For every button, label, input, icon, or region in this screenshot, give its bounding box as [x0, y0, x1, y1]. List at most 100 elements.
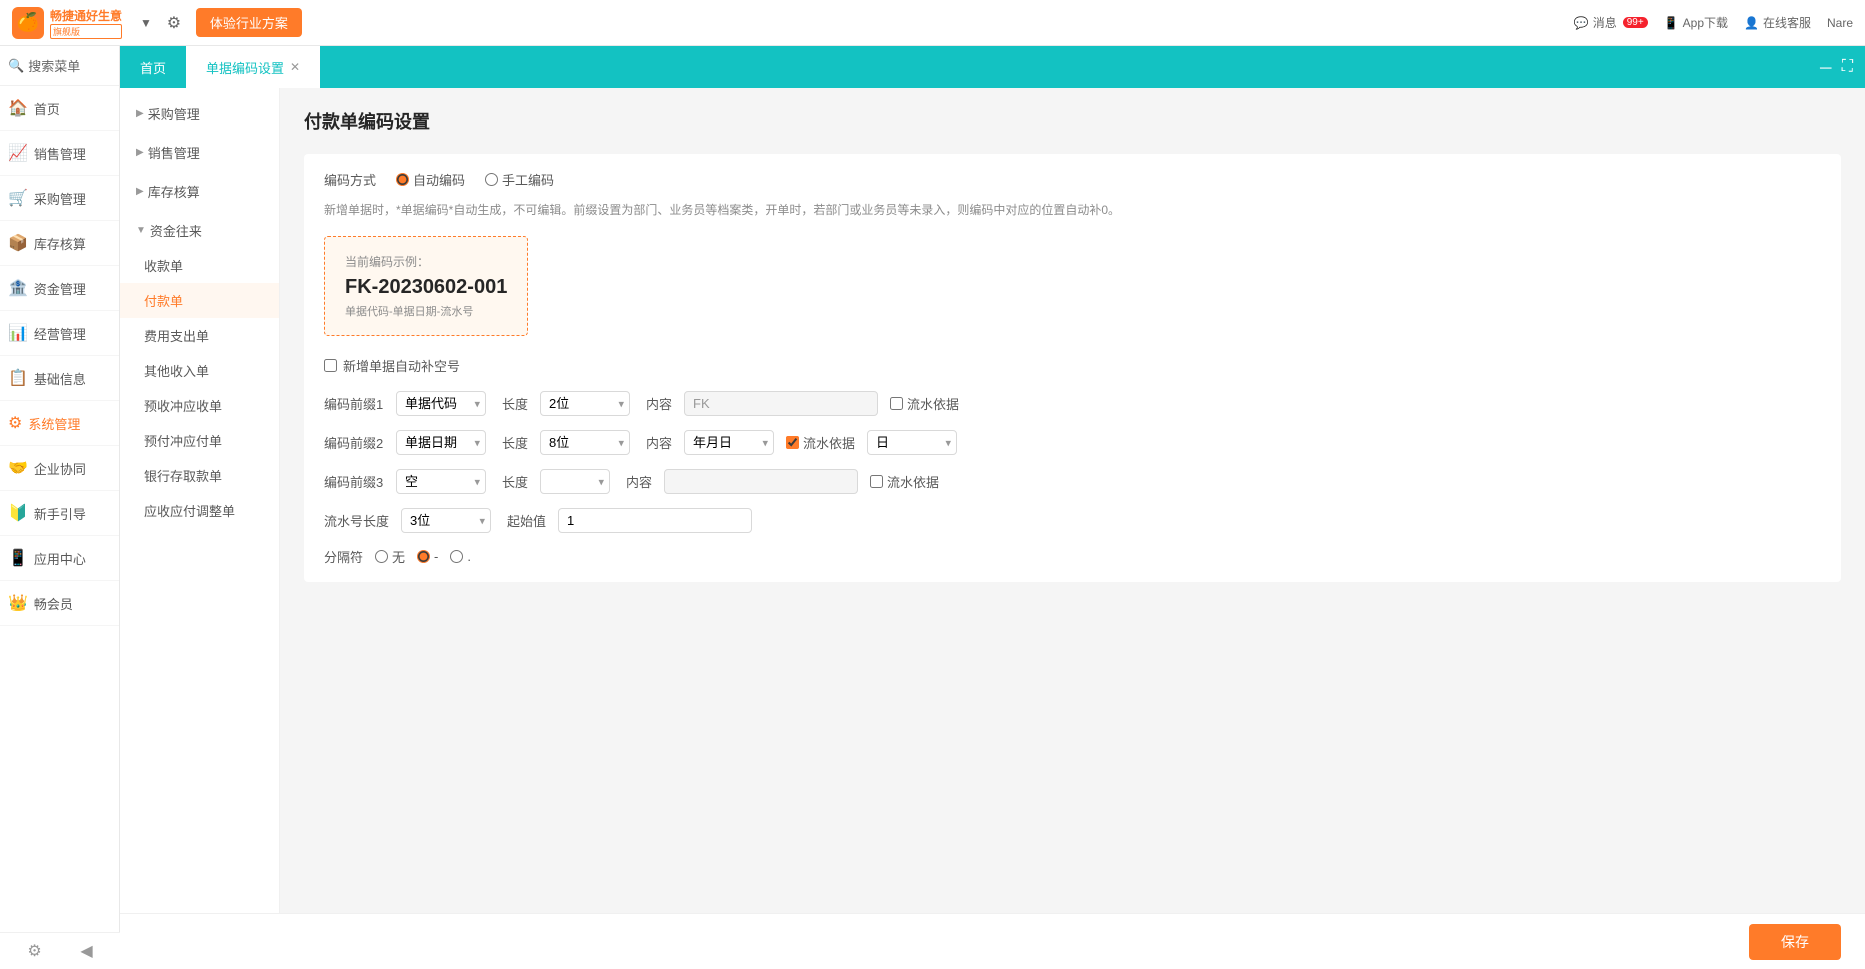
sidebar-item-inventory[interactable]: 📦 库存核算	[0, 221, 119, 266]
settings-icon[interactable]: ⚙	[160, 9, 188, 37]
sub-menu-item-payment[interactable]: 付款单	[120, 283, 279, 318]
prefix3-stream-check: 流水依据	[870, 472, 939, 491]
prefix3-label: 编码前缀3	[324, 472, 384, 491]
sidebar-item-base[interactable]: 📋 基础信息	[0, 356, 119, 401]
sub-menu: ▶ 采购管理 ▶ 销售管理 ▶ 库存核算	[120, 88, 280, 913]
sep-dash-option[interactable]: -	[417, 549, 438, 564]
separator-label: 分隔符	[324, 547, 363, 566]
sub-menu-item-advance-collect[interactable]: 预收冲应收单	[120, 388, 279, 423]
info-text: 新增单据时，*单据编码*自动生成，不可编辑。前缀设置为部门、业务员等档案类，开单…	[324, 201, 1821, 220]
message-action[interactable]: 💬 消息 99+	[1574, 14, 1648, 31]
tab-close-icon[interactable]: ✕	[290, 60, 300, 74]
search-menu[interactable]: 🔍 搜索菜单	[0, 46, 119, 86]
logo-icon: 🍊	[12, 7, 44, 39]
sub-group-sales-title[interactable]: ▶ 销售管理	[120, 135, 279, 170]
preview-desc: 单据代码-单据日期-流水号	[345, 303, 507, 319]
dropdown-button[interactable]: ▼	[140, 16, 152, 30]
sep-dot-radio[interactable]	[450, 550, 463, 563]
sidebar-item-apps[interactable]: 📱 应用中心	[0, 536, 119, 581]
prefix2-content-select[interactable]: 年 年月 年月日	[684, 430, 774, 455]
prefix3-stream-label[interactable]: 流水依据	[887, 472, 939, 491]
prefix1-stream-check: 流水依据	[890, 394, 959, 413]
save-button[interactable]: 保存	[1749, 924, 1841, 960]
sub-menu-item-receipt[interactable]: 收款单	[120, 248, 279, 283]
settings-bottom-icon[interactable]: ⚙	[27, 941, 41, 961]
sep-none-option[interactable]: 无	[375, 547, 405, 566]
sidebar-item-funds[interactable]: 🏦 资金管理	[0, 266, 119, 311]
main-area: 首页 单据编码设置 ✕ － ⛶ ▶ 采购管理	[120, 46, 1865, 969]
serial-start-input[interactable]	[558, 508, 752, 533]
sidebar-item-sales[interactable]: 📈 销售管理	[0, 131, 119, 176]
sidebar-item-operation[interactable]: 📊 经营管理	[0, 311, 119, 356]
sub-group-inventory-title[interactable]: ▶ 库存核算	[120, 174, 279, 209]
sidebar-item-member[interactable]: 👑 畅会员	[0, 581, 119, 626]
prefix3-length-wrapper	[540, 469, 610, 494]
prefix2-label: 编码前缀2	[324, 433, 384, 452]
sub-group-purchase-title[interactable]: ▶ 采购管理	[120, 96, 279, 131]
serial-length-wrapper: 2位 3位 4位 5位	[401, 508, 491, 533]
tab-expand-icon[interactable]: ⛶	[1842, 58, 1853, 76]
separator-row: 分隔符 无 - .	[324, 547, 1821, 566]
trial-button[interactable]: 体验行业方案	[196, 8, 302, 37]
auto-encode-radio[interactable]	[396, 173, 409, 186]
sub-menu-item-bank[interactable]: 银行存取款单	[120, 458, 279, 493]
encoding-method-label: 编码方式	[324, 170, 376, 189]
prefix3-select[interactable]: 单据代码 单据日期 空	[396, 469, 486, 494]
tab-bar-actions: － ⛶	[1818, 55, 1853, 79]
prefix2-granularity-select[interactable]: 年 月 日	[867, 430, 957, 455]
sidebar-bottom: ⚙ ◀	[0, 932, 120, 969]
sub-group-funds-title[interactable]: ▼ 资金往来	[120, 213, 279, 248]
app-download-action[interactable]: 📱 App下载	[1664, 14, 1728, 31]
tab-minimize-icon[interactable]: －	[1818, 55, 1834, 79]
sidebar-item-partner[interactable]: 🤝 企业协同	[0, 446, 119, 491]
sep-dash-radio[interactable]	[417, 550, 430, 563]
collapse-icon[interactable]: ◀	[80, 941, 92, 961]
prefix1-length-wrapper: 2位 3位 4位	[540, 391, 630, 416]
tab-home[interactable]: 首页	[120, 46, 186, 88]
manual-encode-option[interactable]: 手工编码	[485, 170, 554, 189]
content-inner: ▶ 采购管理 ▶ 销售管理 ▶ 库存核算	[120, 88, 1865, 913]
logo: 🍊 畅捷通好生意 旗舰版	[12, 7, 132, 39]
manual-encode-radio[interactable]	[485, 173, 498, 186]
prefix3-stream-checkbox[interactable]	[870, 475, 883, 488]
auto-fill-row: 新增单据自动补空号	[324, 356, 1821, 375]
serial-length-select[interactable]: 2位 3位 4位 5位	[401, 508, 491, 533]
sep-none-radio[interactable]	[375, 550, 388, 563]
prefix1-stream-checkbox[interactable]	[890, 397, 903, 410]
prefix3-length-label: 长度	[502, 472, 528, 491]
prefix1-select-wrapper: 单据代码 单据日期 空	[396, 391, 486, 416]
sub-group-inventory: ▶ 库存核算	[120, 174, 279, 209]
prefix1-length-select[interactable]: 2位 3位 4位	[540, 391, 630, 416]
online-service-action[interactable]: 👤 在线客服	[1744, 14, 1811, 31]
prefix3-content-input[interactable]	[664, 469, 858, 494]
tab-encoding[interactable]: 单据编码设置 ✕	[186, 46, 320, 88]
sub-menu-item-adjust[interactable]: 应收应付调整单	[120, 493, 279, 528]
prefix1-select[interactable]: 单据代码 单据日期 空	[396, 391, 486, 416]
prefix2-length-wrapper: 4位 6位 8位	[540, 430, 630, 455]
prefix2-length-select[interactable]: 4位 6位 8位	[540, 430, 630, 455]
prefix2-stream-label[interactable]: 流水依据	[803, 433, 855, 452]
sidebar-item-purchase[interactable]: 🛒 采购管理	[0, 176, 119, 221]
prefix2-select[interactable]: 单据代码 单据日期 空	[396, 430, 486, 455]
sub-menu-item-advance-pay[interactable]: 预付冲应付单	[120, 423, 279, 458]
prefix3-select-wrapper: 单据代码 单据日期 空	[396, 469, 486, 494]
sub-menu-item-other-income[interactable]: 其他收入单	[120, 353, 279, 388]
sidebar-item-guide[interactable]: 🔰 新手引导	[0, 491, 119, 536]
sub-group-purchase: ▶ 采购管理	[120, 96, 279, 131]
prefix1-content-input[interactable]	[684, 391, 878, 416]
encoding-section: 编码方式 自动编码 手工编码 新增单据时，*单据编码*自动生成，不可编辑。前缀设…	[304, 154, 1841, 582]
auto-fill-label[interactable]: 新增单据自动补空号	[343, 356, 460, 375]
prefix3-row: 编码前缀3 单据代码 单据日期 空 长度	[324, 469, 1821, 494]
prefix3-length-select[interactable]	[540, 469, 610, 494]
logo-text: 畅捷通好生意 旗舰版	[50, 7, 122, 39]
sep-dot-option[interactable]: .	[450, 549, 471, 564]
sub-menu-item-expense[interactable]: 费用支出单	[120, 318, 279, 353]
auto-fill-checkbox[interactable]	[324, 359, 337, 372]
auto-encode-option[interactable]: 自动编码	[396, 170, 465, 189]
prefix1-label: 编码前缀1	[324, 394, 384, 413]
prefix1-content-label: 内容	[646, 394, 672, 413]
prefix2-stream-checkbox[interactable]	[786, 436, 799, 449]
prefix1-stream-label[interactable]: 流水依据	[907, 394, 959, 413]
sidebar-item-home[interactable]: 🏠 首页	[0, 86, 119, 131]
sidebar-item-system[interactable]: ⚙ 系统管理	[0, 401, 119, 446]
